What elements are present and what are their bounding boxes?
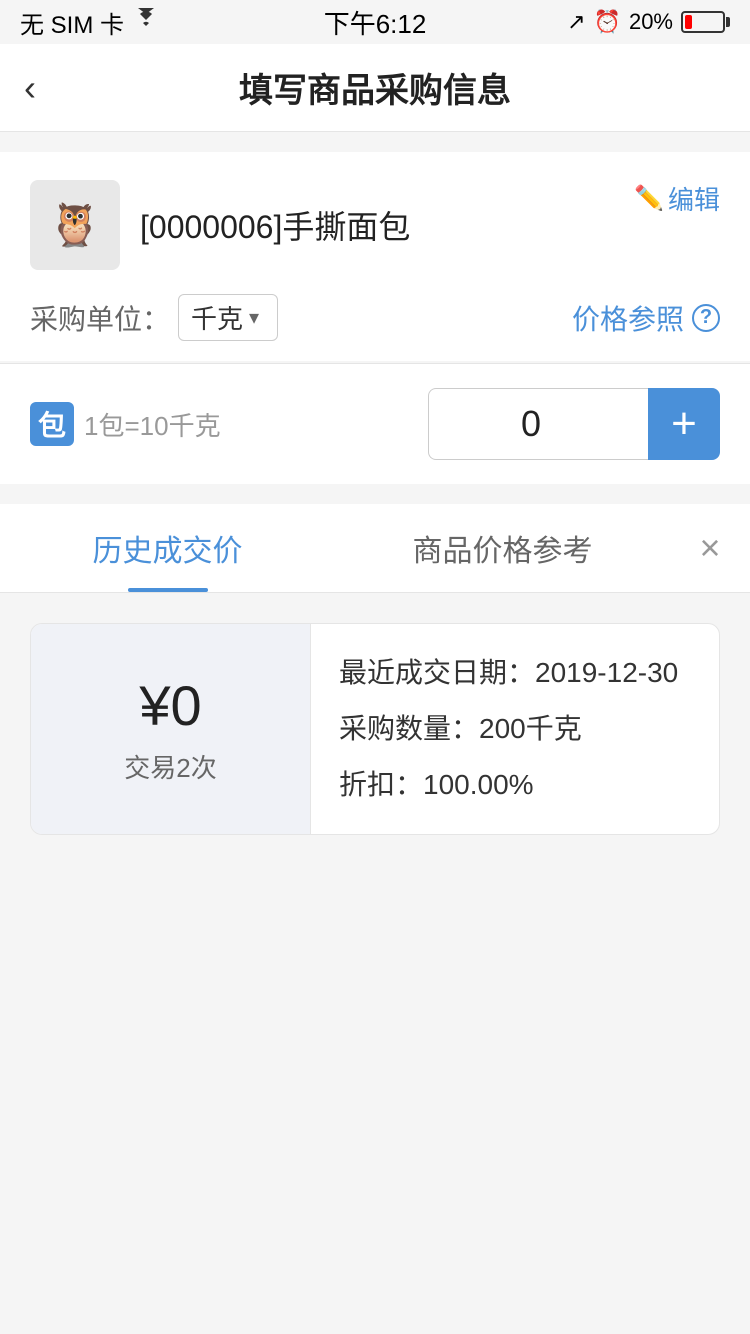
tab-history-price[interactable]: 历史成交价 bbox=[0, 504, 335, 592]
signal-label: 无 SIM 卡 bbox=[20, 5, 124, 40]
edit-icon: ✏️ bbox=[634, 184, 664, 213]
tab-close-button[interactable]: × bbox=[670, 504, 750, 592]
qty-right: + bbox=[428, 388, 720, 460]
history-price-card: ¥0 交易2次 最近成交日期：2019-12-30 采购数量：200千克 折扣：… bbox=[30, 623, 720, 835]
battery-pct: 20% bbox=[629, 9, 673, 35]
product-header: 🦉 [0000006]手撕面包 ✏️ 编辑 bbox=[30, 180, 720, 270]
close-icon: × bbox=[699, 527, 720, 569]
status-bar: 无 SIM 卡 下午6:12 ↗ ⏰ 20% bbox=[0, 0, 750, 44]
qty-plus-button[interactable]: + bbox=[648, 388, 720, 460]
alarm-icon: ⏰ bbox=[594, 9, 621, 35]
quantity-row: 包 1包=10千克 + bbox=[0, 363, 750, 484]
unit-value: 千克 bbox=[191, 299, 243, 336]
product-logo-icon: 🦉 bbox=[49, 201, 101, 250]
status-time: 下午6:12 bbox=[324, 4, 427, 41]
price-amount: 0 bbox=[171, 674, 202, 737]
tab-bar: 历史成交价 商品价格参考 × bbox=[0, 504, 750, 593]
tab-history-label: 历史成交价 bbox=[93, 526, 243, 570]
wifi-icon bbox=[132, 8, 160, 37]
discount-label: 折扣： bbox=[339, 769, 423, 800]
nav-bar: ‹ 填写商品采购信息 bbox=[0, 44, 750, 132]
chevron-down-icon: ▾ bbox=[249, 305, 259, 330]
main-content: ¥0 交易2次 最近成交日期：2019-12-30 采购数量：200千克 折扣：… bbox=[0, 623, 750, 1223]
page-title: 填写商品采购信息 bbox=[239, 63, 511, 112]
product-thumbnail: 🦉 bbox=[30, 180, 120, 270]
tab-active-indicator bbox=[128, 588, 208, 592]
unit-prefix: 采购单位： bbox=[30, 298, 170, 338]
currency-symbol: ¥ bbox=[139, 674, 170, 737]
product-card: 🦉 [0000006]手撕面包 ✏️ 编辑 采购单位： 千克 ▾ 价格参照 ? bbox=[0, 152, 750, 361]
discount-row: 折扣：100.00% bbox=[339, 764, 691, 806]
package-label: 包 bbox=[38, 404, 66, 444]
quantity-input[interactable] bbox=[428, 388, 648, 460]
edit-label: 编辑 bbox=[668, 180, 720, 217]
status-right: ↗ ⏰ 20% bbox=[567, 9, 730, 35]
recent-date-value: 2019-12-30 bbox=[535, 657, 678, 688]
history-trades-count: 交易2次 bbox=[124, 748, 216, 785]
location-icon: ↗ bbox=[567, 9, 585, 35]
product-footer: 采购单位： 千克 ▾ 价格参照 ? bbox=[30, 294, 720, 341]
history-price-right: 最近成交日期：2019-12-30 采购数量：200千克 折扣：100.00% bbox=[311, 624, 719, 834]
history-price-value: ¥0 bbox=[139, 673, 201, 738]
recent-date-row: 最近成交日期：2019-12-30 bbox=[339, 652, 691, 694]
qty-unit-label: 1包=10千克 bbox=[84, 406, 221, 443]
battery-icon bbox=[681, 11, 730, 33]
back-button[interactable]: ‹ bbox=[24, 67, 36, 109]
plus-icon: + bbox=[671, 402, 697, 446]
tab-price-ref-label: 商品价格参考 bbox=[413, 526, 593, 570]
recent-date-label: 最近成交日期： bbox=[339, 657, 535, 688]
history-price-left: ¥0 交易2次 bbox=[31, 624, 311, 834]
qty-value: 200千克 bbox=[479, 713, 582, 744]
tab-price-ref[interactable]: 商品价格参考 bbox=[335, 504, 670, 592]
qty-row: 采购数量：200千克 bbox=[339, 708, 691, 750]
product-name: [0000006]手撕面包 bbox=[140, 202, 410, 248]
edit-button[interactable]: ✏️ 编辑 bbox=[634, 180, 720, 217]
price-ref-button[interactable]: 价格参照 ? bbox=[572, 298, 720, 338]
help-icon: ? bbox=[692, 304, 720, 332]
package-icon: 包 bbox=[30, 402, 74, 446]
unit-select[interactable]: 千克 ▾ bbox=[178, 294, 278, 341]
price-ref-label: 价格参照 bbox=[572, 298, 684, 338]
qty-label: 采购数量： bbox=[339, 713, 479, 744]
qty-left: 包 1包=10千克 bbox=[30, 402, 221, 446]
unit-label: 采购单位： 千克 ▾ bbox=[30, 294, 278, 341]
discount-value: 100.00% bbox=[423, 769, 534, 800]
product-left: 🦉 [0000006]手撕面包 bbox=[30, 180, 410, 270]
status-left: 无 SIM 卡 bbox=[20, 5, 160, 40]
